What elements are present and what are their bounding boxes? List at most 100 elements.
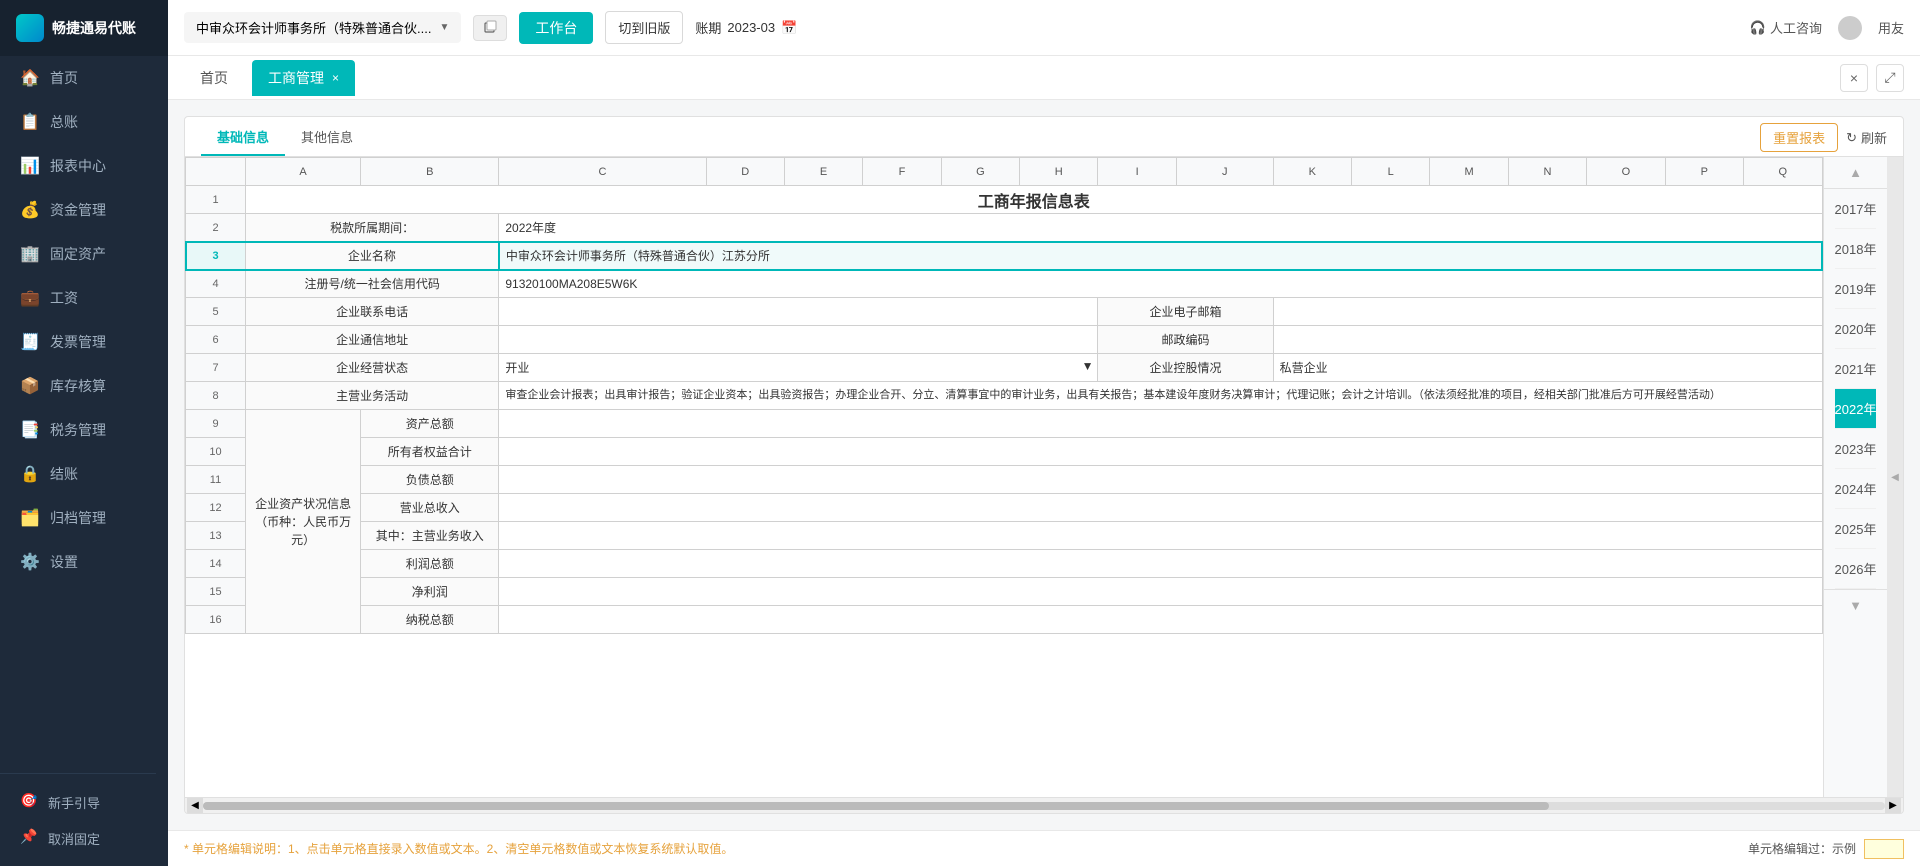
- col-header-l: L: [1352, 158, 1430, 186]
- tab-other-info[interactable]: 其他信息: [285, 119, 369, 156]
- tax-total-value[interactable]: [499, 606, 1822, 634]
- sidebar-bottom: 🎯新手引导📌取消固定: [0, 773, 168, 866]
- reg-code-value[interactable]: 91320100MA208E5W6K: [499, 270, 1822, 298]
- holding-value[interactable]: 私营企业: [1273, 354, 1822, 382]
- col-header-g: G: [941, 158, 1019, 186]
- year-item-2021年[interactable]: 2021年: [1835, 349, 1877, 389]
- year-panel-up-button[interactable]: ▲: [1824, 157, 1887, 189]
- scroll-thumb[interactable]: [203, 802, 1549, 810]
- copy-company-button[interactable]: [473, 15, 507, 41]
- horizontal-scrollbar[interactable]: ◀ ▶: [185, 797, 1903, 813]
- refresh-button[interactable]: ↻ 刷新: [1846, 128, 1887, 147]
- period-label: 账期: [695, 18, 721, 37]
- scroll-left-button[interactable]: ◀: [187, 798, 203, 814]
- period-value-cell[interactable]: 2022年度: [499, 214, 1822, 242]
- sidebar-item-invoice[interactable]: 🧾发票管理: [0, 320, 168, 364]
- spreadsheet[interactable]: A B C D E F G H I J: [185, 157, 1823, 797]
- table-row: 2 税款所属期间： 2022年度: [186, 214, 1823, 242]
- company-name-value[interactable]: 中审众环会计师事务所（特殊普通合伙）江苏分所: [499, 242, 1822, 270]
- corner-cell: [186, 158, 246, 186]
- sidebar-item-tax[interactable]: 📑税务管理: [0, 408, 168, 452]
- email-value[interactable]: [1273, 298, 1822, 326]
- year-panel-down-button[interactable]: ▼: [1824, 589, 1887, 621]
- table-row: 3 企业名称 中审众环会计师事务所（特殊普通合伙）江苏分所: [186, 242, 1823, 270]
- tab-active[interactable]: 工商管理 ×: [252, 60, 355, 96]
- row-num-11: 11: [186, 466, 246, 494]
- col-header-p: P: [1665, 158, 1743, 186]
- sidebar-item-inventory[interactable]: 📦库存核算: [0, 364, 168, 408]
- revenue-value[interactable]: [499, 494, 1822, 522]
- biz-status-value[interactable]: 开业 ▼: [499, 354, 1098, 382]
- postcode-label: 邮政编码: [1098, 326, 1273, 354]
- year-item-2019年[interactable]: 2019年: [1835, 269, 1877, 309]
- main-revenue-label: 其中：主营业务收入: [361, 522, 499, 550]
- col-header-f: F: [863, 158, 941, 186]
- equity-value[interactable]: [499, 438, 1822, 466]
- phone-value[interactable]: [499, 298, 1098, 326]
- table-row: 16 纳税总额: [186, 606, 1823, 634]
- equity-label: 所有者权益合计: [361, 438, 499, 466]
- col-header-b: B: [361, 158, 499, 186]
- year-panel: ▲ 2017年2018年2019年2020年2021年2022年2023年202…: [1823, 157, 1887, 797]
- expand-window-button[interactable]: ⤢: [1876, 64, 1904, 92]
- support-button[interactable]: 🎧 人工咨询: [1750, 18, 1822, 37]
- main-revenue-value[interactable]: [499, 522, 1822, 550]
- year-item-2018年[interactable]: 2018年: [1835, 229, 1877, 269]
- scroll-right-button[interactable]: ▶: [1885, 798, 1901, 814]
- liabilities-value[interactable]: [499, 466, 1822, 494]
- net-profit-value[interactable]: [499, 578, 1822, 606]
- sidebar-item-capital[interactable]: 💰资金管理: [0, 188, 168, 232]
- year-item-2023年[interactable]: 2023年: [1835, 429, 1877, 469]
- col-header-a: A: [246, 158, 361, 186]
- logo-icon: [16, 14, 44, 42]
- year-item-2022年[interactable]: 2022年: [1835, 389, 1877, 429]
- postcode-value[interactable]: [1273, 326, 1822, 354]
- total-assets-value[interactable]: [499, 410, 1822, 438]
- tab-close-button[interactable]: ×: [332, 71, 339, 85]
- sidebar-bottom-guide[interactable]: 🎯新手引导: [16, 784, 152, 820]
- sidebar-item-ledger[interactable]: 📋总账: [0, 100, 168, 144]
- topbar: 中审众环会计师事务所（特殊普通合伙.... ▼ 工作台 切到旧版 账期 2023…: [168, 0, 1920, 56]
- reset-report-button[interactable]: 重置报表: [1760, 123, 1838, 152]
- close-window-button[interactable]: ×: [1840, 64, 1868, 92]
- row-num-7: 7: [186, 354, 246, 382]
- home-icon: 🏠: [20, 68, 40, 88]
- year-item-2020年[interactable]: 2020年: [1835, 309, 1877, 349]
- workbench-button[interactable]: 工作台: [519, 12, 593, 44]
- company-selector[interactable]: 中审众环会计师事务所（特殊普通合伙.... ▼: [184, 12, 461, 43]
- user-icon: [1838, 16, 1862, 40]
- year-item-2025年[interactable]: 2025年: [1835, 509, 1877, 549]
- sidebar-item-home[interactable]: 🏠首页: [0, 56, 168, 100]
- tab-bar: 首页 工商管理 × × ⤢: [168, 56, 1920, 100]
- address-value[interactable]: [499, 326, 1098, 354]
- switch-version-button[interactable]: 切到旧版: [605, 11, 683, 44]
- topbar-right: 🎧 人工咨询 用友: [1750, 16, 1904, 40]
- scroll-track[interactable]: [203, 802, 1885, 810]
- calendar-icon[interactable]: 📅: [781, 20, 797, 36]
- sidebar-item-label-capital: 资金管理: [50, 200, 106, 220]
- right-collapse-button[interactable]: ◀: [1887, 157, 1903, 797]
- sidebar-bottom-unpin[interactable]: 📌取消固定: [16, 820, 152, 856]
- year-item-2017年[interactable]: 2017年: [1835, 189, 1877, 229]
- table-title[interactable]: 工商年报信息表: [246, 186, 1823, 214]
- year-item-2026年[interactable]: 2026年: [1835, 549, 1877, 589]
- table-row: 4 注册号/统一社会信用代码 91320100MA208E5W6K: [186, 270, 1823, 298]
- sidebar-item-settings[interactable]: ⚙️设置: [0, 540, 168, 584]
- sidebar-item-archive[interactable]: 🗂️归档管理: [0, 496, 168, 540]
- user-avatar[interactable]: [1838, 16, 1862, 40]
- content-area: 首页 工商管理 × × ⤢ 基础信息 其他信息 重置报表: [168, 56, 1920, 866]
- assets-group-label: 企业资产状况信息（币种：人民币万元）: [246, 410, 361, 634]
- sidebar-item-close[interactable]: 🔒结账: [0, 452, 168, 496]
- tab-home[interactable]: 首页: [184, 56, 244, 100]
- sidebar-item-salary[interactable]: 💼工资: [0, 276, 168, 320]
- sidebar-item-label-archive: 归档管理: [50, 508, 106, 528]
- profit-value[interactable]: [499, 550, 1822, 578]
- year-item-2024年[interactable]: 2024年: [1835, 469, 1877, 509]
- sidebar-item-report[interactable]: 📊报表中心: [0, 144, 168, 188]
- sidebar-item-assets[interactable]: 🏢固定资产: [0, 232, 168, 276]
- sheet-panel: 基础信息 其他信息 重置报表 ↻ 刷新: [184, 116, 1904, 814]
- row-num-2: 2: [186, 214, 246, 242]
- tab-basic-info[interactable]: 基础信息: [201, 119, 285, 156]
- main-biz-value[interactable]: 审查企业会计报表；出具审计报告；验证企业资本；出具验资报告；办理企业合开、分立、…: [499, 382, 1822, 410]
- sidebar-item-label-invoice: 发票管理: [50, 332, 106, 352]
